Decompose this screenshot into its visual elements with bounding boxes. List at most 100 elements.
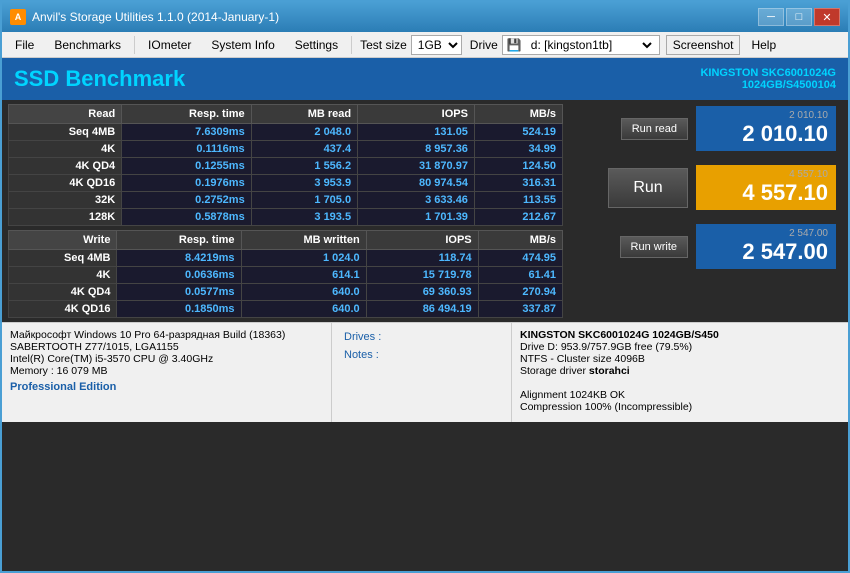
read-cell-4-4: 113.55 <box>474 192 562 209</box>
run-read-button[interactable]: Run read <box>621 118 688 140</box>
read-cell-0-4: 524.19 <box>474 124 562 141</box>
write-cell-2-0: 4K QD4 <box>9 284 117 301</box>
write-cell-1-3: 15 719.78 <box>366 267 478 284</box>
menu-iometer[interactable]: IOmeter <box>139 35 200 55</box>
drive-select[interactable]: d: [kingston1tb] <box>525 36 655 54</box>
write-cell-2-3: 69 360.93 <box>366 284 478 301</box>
drives-label: Drives : <box>344 331 499 343</box>
write-cell-0-3: 118.74 <box>366 250 478 267</box>
menu-settings[interactable]: Settings <box>286 35 347 55</box>
title-bar-left: A Anvil's Storage Utilities 1.1.0 (2014-… <box>10 9 279 25</box>
write-cell-2-2: 640.0 <box>241 284 366 301</box>
drive-info-line1: KINGSTON SKC6001024G 1024GB/S450 <box>520 329 840 341</box>
write-score-value: 2 547.00 <box>704 239 828 265</box>
write-header-col3: IOPS <box>366 231 478 250</box>
read-header-col1: Resp. time <box>122 105 252 124</box>
read-cell-2-1: 0.1255ms <box>122 158 252 175</box>
test-size-select[interactable]: 1GB 4GB 8GB <box>411 35 462 55</box>
run-button[interactable]: Run <box>608 168 688 208</box>
bottom-section: Майкрософт Windows 10 Pro 64-разрядная B… <box>2 322 848 422</box>
write-table-row: 4K QD160.1850ms640.086 494.19337.87 <box>9 301 563 318</box>
read-cell-1-1: 0.1116ms <box>122 141 252 158</box>
sys-line3: Intel(R) Core(TM) i5-3570 CPU @ 3.40GHz <box>10 353 323 365</box>
pro-edition-label: Professional Edition <box>10 381 323 393</box>
read-cell-2-0: 4K QD4 <box>9 158 122 175</box>
benchmark-header: SSD Benchmark KINGSTON SKC6001024G 1024G… <box>2 58 848 100</box>
write-table-row: 4K0.0636ms614.115 719.7861.41 <box>9 267 563 284</box>
write-cell-1-4: 61.41 <box>478 267 562 284</box>
write-header-col0: Write <box>9 231 117 250</box>
menu-help[interactable]: Help <box>742 35 785 55</box>
storage-driver-value: storahci <box>589 365 630 377</box>
drives-notes-panel: Drives : Notes : <box>332 323 512 422</box>
close-button[interactable]: ✕ <box>814 8 840 26</box>
maximize-button[interactable]: □ <box>786 8 812 26</box>
device-line1: KINGSTON SKC6001024G <box>700 67 836 79</box>
write-table: Write Resp. time MB written IOPS MB/s Se… <box>8 230 563 318</box>
write-score-box: 2 547.00 2 547.00 <box>696 224 836 269</box>
read-score-box: 2 010.10 2 010.10 <box>696 106 836 151</box>
read-cell-0-2: 2 048.0 <box>251 124 357 141</box>
write-cell-2-4: 270.94 <box>478 284 562 301</box>
read-score-value: 2 010.10 <box>704 121 828 147</box>
drive-label: Drive <box>470 38 498 52</box>
sys-line1: Майкрософт Windows 10 Pro 64-разрядная B… <box>10 329 323 341</box>
read-table-row: Seq 4MB7.6309ms2 048.0131.05524.19 <box>9 124 563 141</box>
minimize-button[interactable]: ─ <box>758 8 784 26</box>
menu-bar: File Benchmarks IOmeter System Info Sett… <box>2 32 848 58</box>
read-cell-5-1: 0.5878ms <box>122 209 252 226</box>
drive-info-panel: KINGSTON SKC6001024G 1024GB/S450 Drive D… <box>512 323 848 422</box>
read-table-row: 128K0.5878ms3 193.51 701.39212.67 <box>9 209 563 226</box>
read-cell-3-4: 316.31 <box>474 175 562 192</box>
write-cell-0-0: Seq 4MB <box>9 250 117 267</box>
write-header-col1: Resp. time <box>117 231 241 250</box>
total-score-label: 4 557.10 <box>704 169 828 180</box>
read-cell-5-4: 212.67 <box>474 209 562 226</box>
read-header-col3: IOPS <box>358 105 475 124</box>
device-line2: 1024GB/S4500104 <box>700 79 836 91</box>
write-cell-2-1: 0.0577ms <box>117 284 241 301</box>
write-cell-3-0: 4K QD16 <box>9 301 117 318</box>
write-header-col2: MB written <box>241 231 366 250</box>
read-cell-2-4: 124.50 <box>474 158 562 175</box>
write-cell-1-2: 614.1 <box>241 267 366 284</box>
read-cell-0-1: 7.6309ms <box>122 124 252 141</box>
read-cell-0-3: 131.05 <box>358 124 475 141</box>
read-table-row: 4K0.1116ms437.48 957.3634.99 <box>9 141 563 158</box>
menu-benchmarks[interactable]: Benchmarks <box>45 35 130 55</box>
read-cell-2-3: 31 870.97 <box>358 158 475 175</box>
write-cell-3-3: 86 494.19 <box>366 301 478 318</box>
read-cell-3-3: 80 974.54 <box>358 175 475 192</box>
run-write-button[interactable]: Run write <box>620 236 688 258</box>
screenshot-button[interactable]: Screenshot <box>666 35 741 55</box>
app-icon: A <box>10 9 26 25</box>
notes-label: Notes : <box>344 349 499 361</box>
content-area: Read Resp. time MB read IOPS MB/s Seq 4M… <box>2 100 848 322</box>
read-header-col0: Read <box>9 105 122 124</box>
window-controls: ─ □ ✕ <box>758 8 840 26</box>
read-cell-5-3: 1 701.39 <box>358 209 475 226</box>
read-table-row: 4K QD160.1976ms3 953.980 974.54316.31 <box>9 175 563 192</box>
read-header-col4: MB/s <box>474 105 562 124</box>
read-header-col2: MB read <box>251 105 357 124</box>
menu-file[interactable]: File <box>6 35 43 55</box>
read-cell-2-2: 1 556.2 <box>251 158 357 175</box>
read-cell-1-2: 437.4 <box>251 141 357 158</box>
menu-separator-2 <box>351 36 352 54</box>
write-header-col4: MB/s <box>478 231 562 250</box>
read-cell-3-2: 3 953.9 <box>251 175 357 192</box>
write-cell-3-4: 337.87 <box>478 301 562 318</box>
menu-system-info[interactable]: System Info <box>202 35 283 55</box>
write-cell-1-0: 4K <box>9 267 117 284</box>
read-score-group: Run read 2 010.10 2 010.10 <box>621 106 836 151</box>
drive-icon-label: 💾 d: [kingston1tb] <box>502 35 660 55</box>
app-title: Anvil's Storage Utilities 1.1.0 (2014-Ja… <box>32 10 279 24</box>
read-table-row: 32K0.2752ms1 705.03 633.46113.55 <box>9 192 563 209</box>
drive-disk-icon: 💾 <box>507 38 522 52</box>
benchmark-device-info: KINGSTON SKC6001024G 1024GB/S4500104 <box>700 67 836 91</box>
write-table-row: Seq 4MB8.4219ms1 024.0118.74474.95 <box>9 250 563 267</box>
write-cell-0-4: 474.95 <box>478 250 562 267</box>
right-panel: Run read 2 010.10 2 010.10 Run 4 557.10 … <box>572 104 842 318</box>
test-size-label: Test size <box>360 38 407 52</box>
read-cell-4-3: 3 633.46 <box>358 192 475 209</box>
